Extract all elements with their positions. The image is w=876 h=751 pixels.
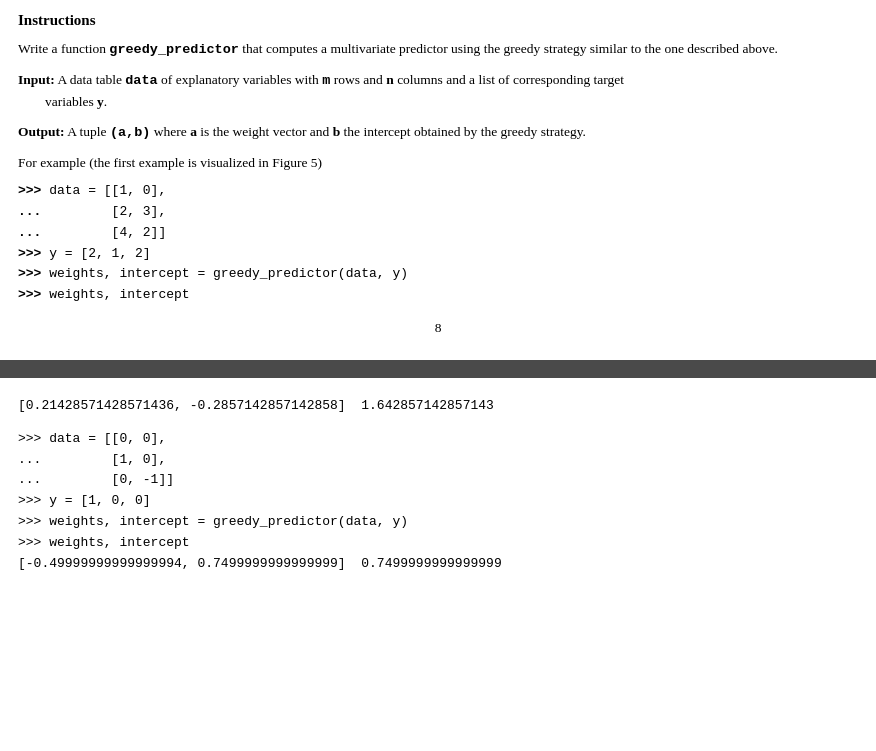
- code-line-b2: ... [1, 0],: [18, 450, 858, 471]
- code-line-2: ... [2, 3],: [18, 202, 858, 223]
- code-line-5: >>> weights, intercept = greedy_predicto…: [18, 264, 858, 285]
- code-line-b6: >>> weights, intercept: [18, 533, 858, 554]
- input-paragraph: Input: A data table data of explanatory …: [18, 70, 858, 112]
- output-paragraph: Output: A tuple (a,b) where a is the wei…: [18, 122, 858, 143]
- code-line-6: >>> weights, intercept: [18, 285, 858, 306]
- page-number: 8: [18, 320, 858, 336]
- example-text: For example (the first example is visual…: [18, 153, 858, 173]
- top-section: Instructions Write a function greedy_pre…: [0, 0, 876, 360]
- code-line-b4: >>> y = [1, 0, 0]: [18, 491, 858, 512]
- page-container: Instructions Write a function greedy_pre…: [0, 0, 876, 751]
- code-block-2: >>> data = [[0, 0], ... [1, 0], ... [0, …: [18, 429, 858, 575]
- code-line-3: ... [4, 2]]: [18, 223, 858, 244]
- intro-paragraph: Write a function greedy_predictor that c…: [18, 39, 858, 60]
- code-line-b5: >>> weights, intercept = greedy_predicto…: [18, 512, 858, 533]
- result-line-1: [0.21428571428571436, -0.285714285714285…: [18, 396, 858, 417]
- divider-bar: [0, 360, 876, 378]
- code-line-b3: ... [0, -1]]: [18, 470, 858, 491]
- instructions-title: Instructions: [18, 12, 858, 29]
- bottom-section: [0.21428571428571436, -0.285714285714285…: [0, 378, 876, 751]
- code-line-1: >>> data = [[1, 0],: [18, 181, 858, 202]
- code-line-b1: >>> data = [[0, 0],: [18, 429, 858, 450]
- code-line-b7: [-0.49999999999999994, 0.749999999999999…: [18, 554, 858, 575]
- code-line-4: >>> y = [2, 1, 2]: [18, 244, 858, 265]
- code-block-1: >>> data = [[1, 0], ... [2, 3], ... [4, …: [18, 181, 858, 306]
